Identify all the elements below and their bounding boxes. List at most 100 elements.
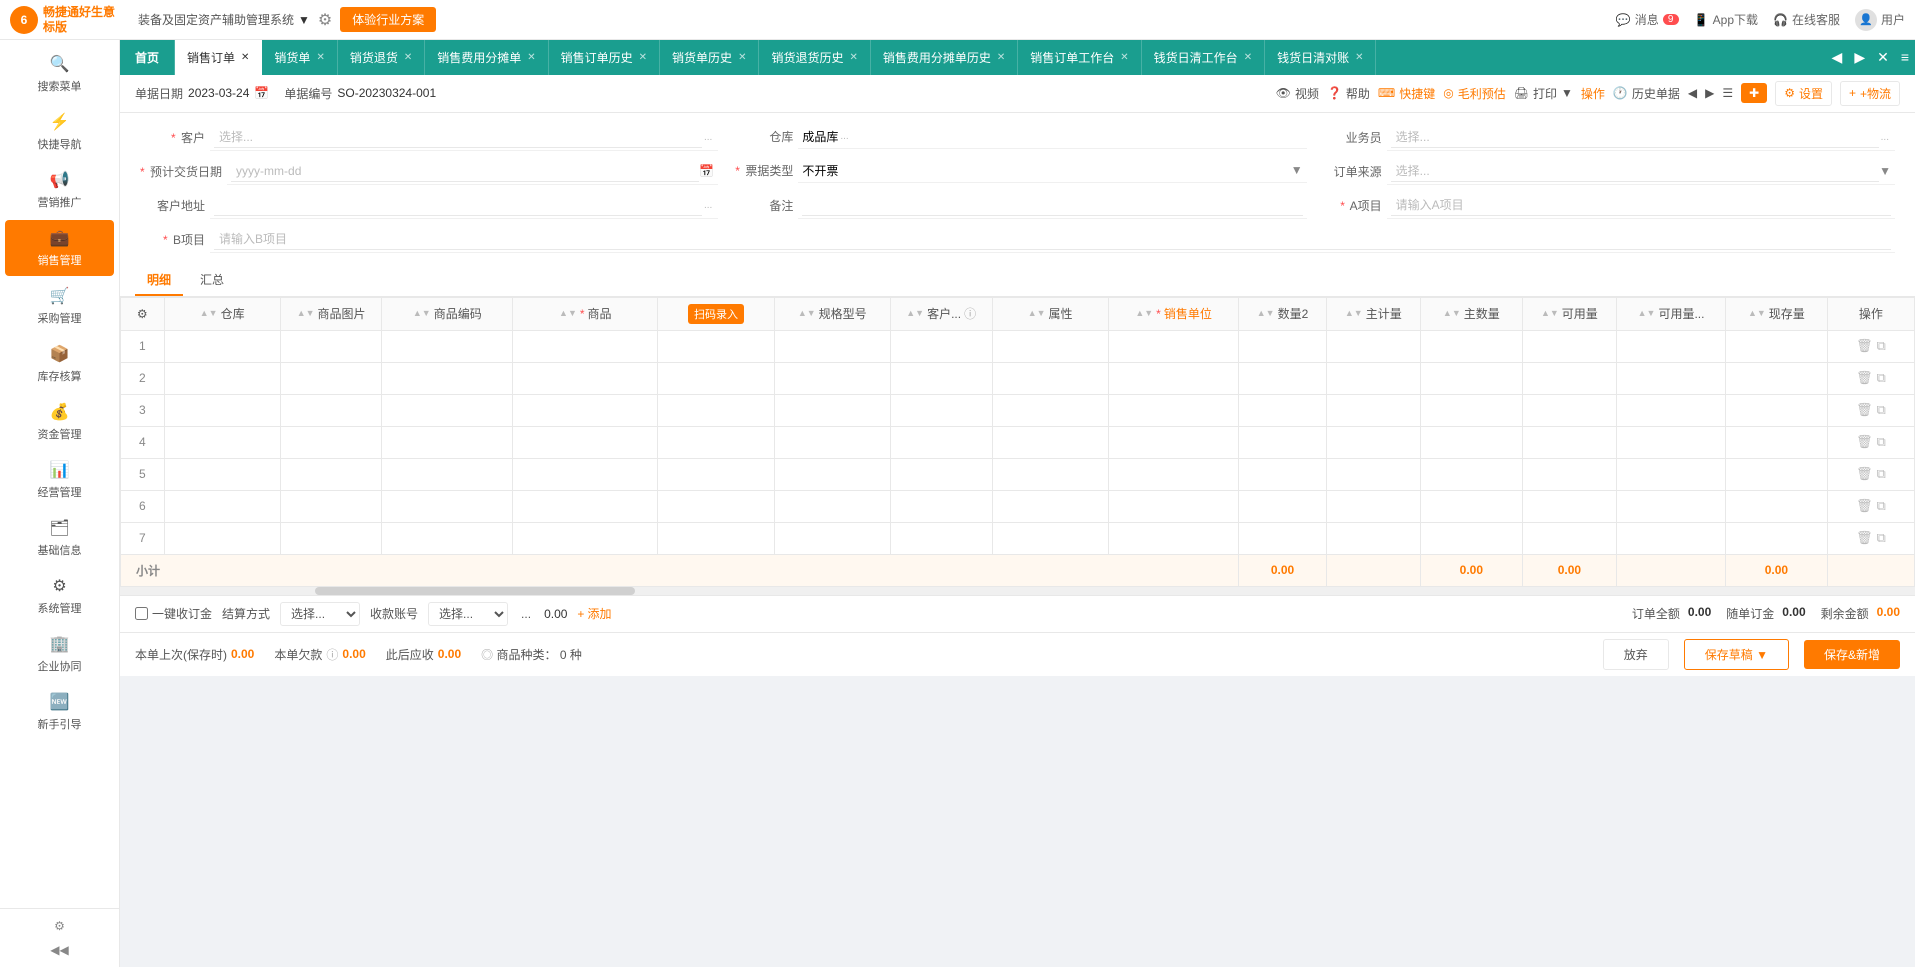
tab-sales-return[interactable]: 销货单 ✕ bbox=[262, 40, 337, 75]
history-button[interactable]: 🕐 历史单据 bbox=[1613, 85, 1680, 102]
solution-button[interactable]: 体验行业方案 bbox=[340, 7, 436, 32]
tab-sales-return-history[interactable]: 销货单历史 ✕ bbox=[660, 40, 759, 75]
sidebar-item-base-info[interactable]: 🗂 基础信息 bbox=[5, 510, 114, 566]
one-click-input[interactable] bbox=[135, 607, 148, 620]
a-project-input[interactable] bbox=[1391, 195, 1891, 216]
tab-sales-fee-history[interactable]: 销售费用分摊单历史 ✕ bbox=[871, 40, 1018, 75]
tab-close-icon[interactable]: ✕ bbox=[1355, 52, 1363, 63]
sort-customer-code-icon[interactable]: ▲▼ bbox=[906, 309, 924, 318]
horizontal-scrollbar[interactable] bbox=[120, 587, 1915, 595]
tab-close-icon[interactable]: ✕ bbox=[849, 52, 857, 63]
delivery-date-input[interactable] bbox=[231, 161, 699, 182]
sort-main-qty-icon[interactable]: ▲▼ bbox=[1443, 309, 1461, 318]
sort-unit-icon[interactable]: ▲▼ bbox=[1135, 309, 1153, 318]
view-button[interactable]: 👁 视频 bbox=[1276, 85, 1319, 102]
tab-cash-daily-workbench[interactable]: 钱货日清工作台 ✕ bbox=[1142, 40, 1265, 75]
copy-row-icon[interactable]: ⧉ bbox=[1876, 370, 1885, 386]
new-record-button[interactable]: ✚ bbox=[1741, 83, 1767, 103]
settings-gear-icon[interactable]: ⚙ bbox=[318, 10, 332, 30]
help-button[interactable]: ❓ 帮助 bbox=[1327, 85, 1370, 102]
tab-close-icon[interactable]: ✕ bbox=[997, 52, 1005, 63]
tab-sales-order-history[interactable]: 销售订单历史 ✕ bbox=[549, 40, 660, 75]
tab-close-icon[interactable]: ✕ bbox=[738, 52, 746, 63]
sidebar-item-finance[interactable]: 💰 资金管理 bbox=[5, 394, 114, 450]
delete-row-icon[interactable]: 🗑 bbox=[1856, 530, 1873, 546]
sort-attr-icon[interactable]: ▲▼ bbox=[1028, 309, 1046, 318]
sidebar-item-inventory[interactable]: 📦 库存核算 bbox=[5, 336, 114, 392]
tab-sales-refund-history[interactable]: 销货退货历史 ✕ bbox=[759, 40, 870, 75]
warehouse-ellipsis[interactable]: ... bbox=[840, 131, 848, 142]
profit-button[interactable]: ◎ 毛利预估 bbox=[1443, 85, 1506, 102]
tab-sales-fee-split[interactable]: 销售费用分摊单 ✕ bbox=[425, 40, 548, 75]
memo-input[interactable] bbox=[802, 195, 1302, 216]
copy-row-icon[interactable]: ⧉ bbox=[1876, 434, 1885, 450]
save-draft-dropdown-icon[interactable]: ▼ bbox=[1756, 648, 1768, 662]
customer-input[interactable] bbox=[214, 127, 702, 148]
sort-product-icon[interactable]: ▲▼ bbox=[559, 309, 577, 318]
sidebar-item-sales[interactable]: 💼 销售管理 bbox=[5, 220, 114, 276]
sort-image-icon[interactable]: ▲▼ bbox=[297, 309, 315, 318]
copy-row-icon[interactable]: ⧉ bbox=[1876, 466, 1885, 482]
sort-warehouse-icon[interactable]: ▲▼ bbox=[200, 309, 218, 318]
customer-ellipsis[interactable]: ... bbox=[704, 132, 712, 143]
order-source-input[interactable] bbox=[1391, 161, 1879, 182]
tab-sales-order[interactable]: 销售订单 ✕ bbox=[175, 40, 262, 75]
payment-method-select[interactable]: 选择... bbox=[280, 602, 360, 626]
tab-close-icon[interactable]: ✕ bbox=[241, 52, 249, 63]
sidebar-collapse-button[interactable]: ◀◀ bbox=[50, 943, 68, 957]
sort-code-icon[interactable]: ▲▼ bbox=[413, 309, 431, 318]
address-input[interactable] bbox=[214, 195, 702, 216]
tab-close-all-button[interactable]: ✕ bbox=[1871, 49, 1895, 66]
sidebar-item-operations[interactable]: 📊 经营管理 bbox=[5, 452, 114, 508]
sidebar-item-guide[interactable]: 🆕 新手引导 bbox=[5, 684, 114, 740]
sidebar-item-system[interactable]: ⚙ 系统管理 bbox=[5, 568, 114, 624]
delete-row-icon[interactable]: 🗑 bbox=[1856, 434, 1873, 450]
user-button[interactable]: 👤 用户 bbox=[1855, 9, 1905, 31]
shortcut-button[interactable]: ⌨ 快捷键 bbox=[1378, 85, 1435, 102]
address-ellipsis[interactable]: ... bbox=[704, 200, 712, 211]
tab-next-button[interactable]: ▶ bbox=[1848, 49, 1871, 66]
delete-row-icon[interactable]: 🗑 bbox=[1856, 466, 1873, 482]
tab-list-button[interactable]: ≡ bbox=[1895, 49, 1915, 65]
save-new-button[interactable]: 保存&新增 bbox=[1804, 640, 1900, 669]
tab-sales-order-workbench[interactable]: 销售订单工作台 ✕ bbox=[1018, 40, 1141, 75]
logistics-button[interactable]: + +物流 bbox=[1840, 81, 1900, 106]
one-click-checkbox[interactable]: 一键收订金 bbox=[135, 605, 212, 622]
tab-prev-button[interactable]: ◀ bbox=[1826, 49, 1849, 66]
discard-button[interactable]: 放弃 bbox=[1603, 639, 1669, 670]
delete-row-icon[interactable]: 🗑 bbox=[1856, 370, 1873, 386]
copy-row-icon[interactable]: ⧉ bbox=[1876, 402, 1885, 418]
sort-main-unit-icon[interactable]: ▲▼ bbox=[1345, 309, 1363, 318]
sidebar-item-purchase[interactable]: 🛒 采购管理 bbox=[5, 278, 114, 334]
message-button[interactable]: 💬 消息 9 bbox=[1616, 11, 1679, 28]
calendar-delivery-icon[interactable]: 📅 bbox=[699, 164, 714, 178]
delete-row-icon[interactable]: 🗑 bbox=[1856, 402, 1873, 418]
tab-detail[interactable]: 明细 bbox=[135, 265, 183, 296]
copy-row-icon[interactable]: ⧉ bbox=[1876, 498, 1885, 514]
sort-avail2-icon[interactable]: ▲▼ bbox=[1638, 309, 1656, 318]
add-button[interactable]: + 添加 bbox=[577, 605, 611, 622]
online-service-button[interactable]: 🎧 在线客服 bbox=[1773, 11, 1840, 28]
b-project-input[interactable] bbox=[214, 229, 1891, 250]
scan-button[interactable]: 扫码录入 bbox=[688, 304, 744, 324]
tab-close-icon[interactable]: ✕ bbox=[316, 52, 324, 63]
sort-avail-icon[interactable]: ▲▼ bbox=[1541, 309, 1559, 318]
sidebar-item-enterprise[interactable]: 🏢 企业协同 bbox=[5, 626, 114, 682]
tab-close-icon[interactable]: ✕ bbox=[404, 52, 412, 63]
list-view-button[interactable]: ☰ bbox=[1722, 86, 1733, 100]
column-settings-icon[interactable]: ⚙ bbox=[137, 307, 148, 321]
system-name[interactable]: 装备及固定资产辅助管理系统 ▼ bbox=[138, 11, 310, 28]
ticket-type-dropdown-icon[interactable]: ▼ bbox=[1291, 163, 1303, 177]
order-source-dropdown-icon[interactable]: ▼ bbox=[1879, 164, 1891, 178]
sort-qty2-icon[interactable]: ▲▼ bbox=[1257, 309, 1275, 318]
nav-prev-button[interactable]: ◀ bbox=[1688, 86, 1697, 100]
nav-next-button[interactable]: ▶ bbox=[1705, 86, 1714, 100]
tab-summary[interactable]: 汇总 bbox=[188, 265, 236, 296]
tab-cash-daily-reconcile[interactable]: 钱货日清对账 ✕ bbox=[1265, 40, 1376, 75]
settings-float-button[interactable]: ⚙ 设置 bbox=[1775, 81, 1832, 106]
tab-close-icon[interactable]: ✕ bbox=[1120, 52, 1128, 63]
receipt-account-select[interactable]: 选择... bbox=[428, 602, 508, 626]
tab-close-icon[interactable]: ✕ bbox=[639, 52, 647, 63]
delete-row-icon[interactable]: 🗑 bbox=[1856, 338, 1873, 354]
scrollbar-thumb[interactable] bbox=[315, 587, 635, 595]
